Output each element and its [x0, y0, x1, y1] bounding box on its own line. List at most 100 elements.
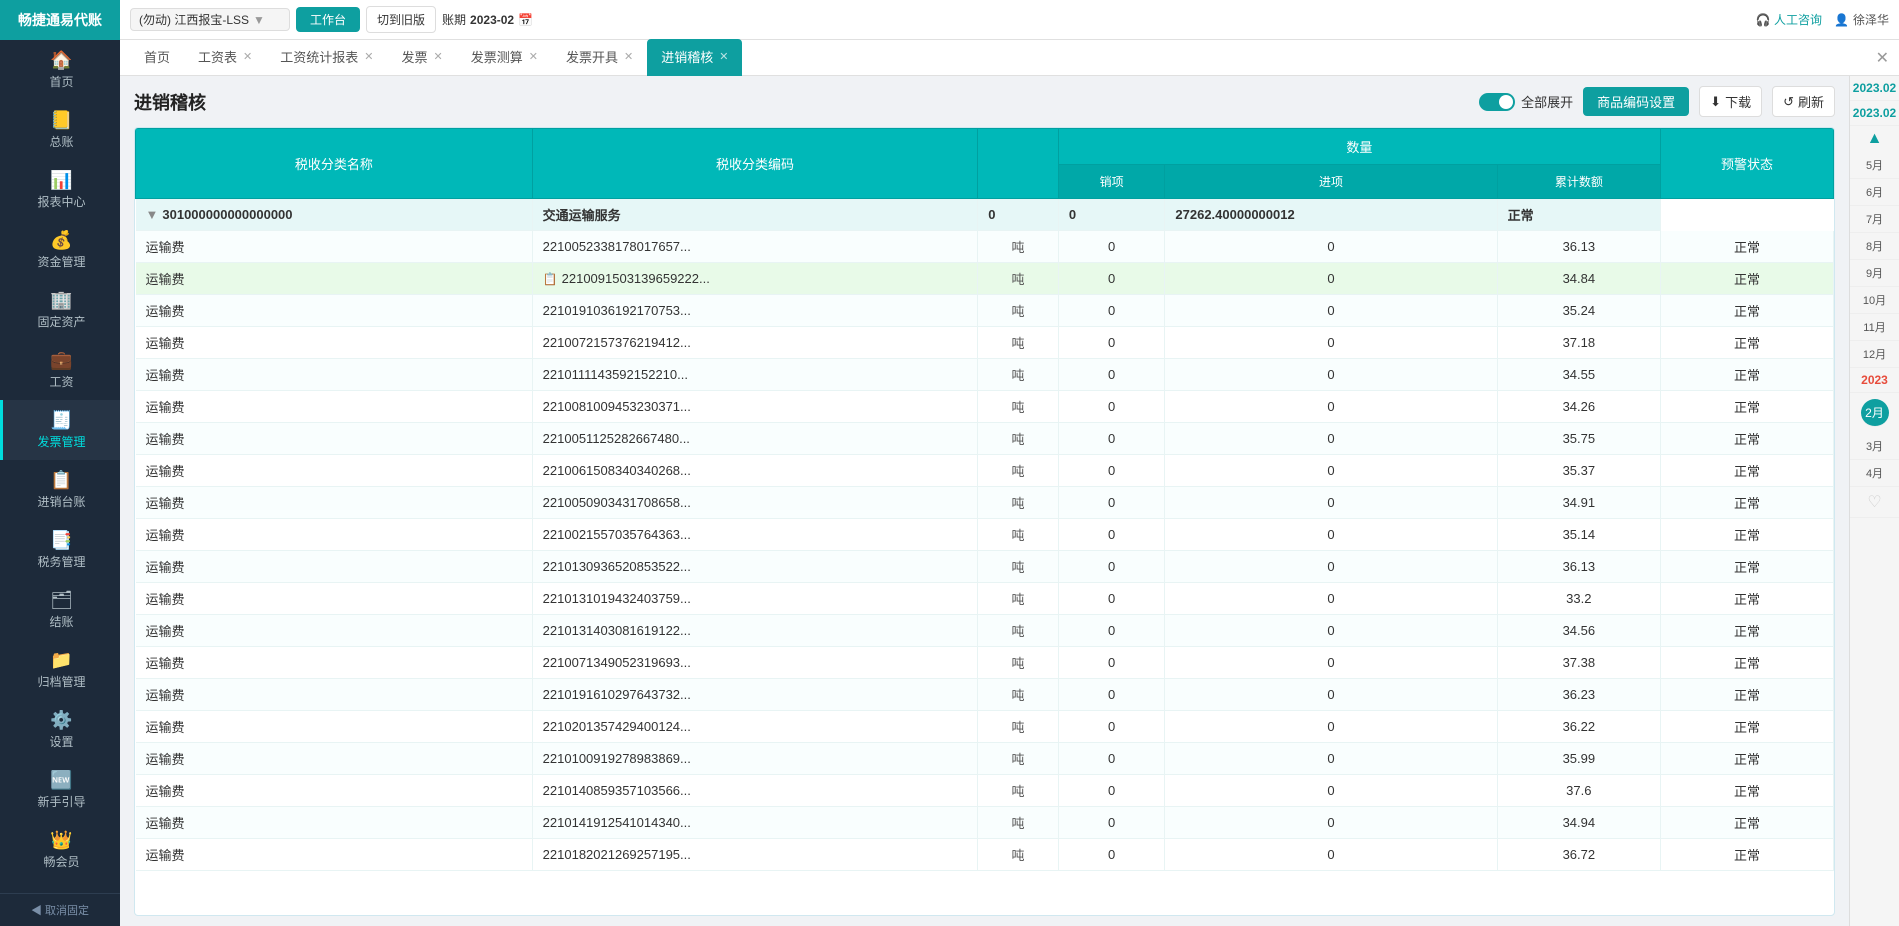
- col-sales: 销项: [1058, 165, 1165, 199]
- download-button[interactable]: ⬇ 下载: [1699, 86, 1762, 117]
- download-icon: ⬇: [1710, 94, 1721, 110]
- tab-salary-table[interactable]: 工资表 ✕: [184, 39, 266, 76]
- switch-version-button[interactable]: 切到旧版: [366, 6, 436, 33]
- item-status-cell: 正常: [1661, 423, 1834, 455]
- sidebar-item-settings[interactable]: ⚙️ 设置: [0, 700, 120, 760]
- page-title: 进销稽核: [134, 89, 206, 115]
- copy-icon[interactable]: 📋: [543, 272, 558, 286]
- item-unit-cell: 吨: [978, 615, 1059, 647]
- table-row[interactable]: 运输费 2210111143592152210... 吨 0 0 34.55 正…: [136, 359, 1834, 391]
- item-cumulative-cell: 37.18: [1497, 327, 1660, 359]
- user-menu[interactable]: 👤 徐泽华: [1834, 11, 1889, 28]
- table-row[interactable]: 运输费 2210050903431708658... 吨 0 0 34.91 正…: [136, 487, 1834, 519]
- item-status-cell: 正常: [1661, 551, 1834, 583]
- calendar-icon[interactable]: 📅: [518, 13, 533, 27]
- table-row[interactable]: ▼301000000000000000 交通运输服务 0 0 27262.400…: [136, 199, 1834, 231]
- sidebar-item-home[interactable]: 🏠 首页: [0, 40, 120, 100]
- right-panel-month-12[interactable]: 12月: [1850, 341, 1899, 368]
- sidebar-item-assets[interactable]: 🏢 固定资产: [0, 280, 120, 340]
- tab-salary-stats[interactable]: 工资统计报表 ✕: [266, 39, 387, 76]
- table-row[interactable]: 运输费 2210131019432403759... 吨 0 0 33.2 正常: [136, 583, 1834, 615]
- product-code-button[interactable]: 商品编码设置: [1583, 87, 1689, 116]
- table-row[interactable]: 运输费 📋2210091503139659222... 吨 0 0 34.84 …: [136, 263, 1834, 295]
- item-cumulative-cell: 34.94: [1497, 807, 1660, 839]
- close-icon[interactable]: ✕: [243, 50, 252, 63]
- sidebar-item-reports[interactable]: 📊 报表中心: [0, 160, 120, 220]
- sidebar-item-ledger[interactable]: 📒 总账: [0, 100, 120, 160]
- close-icon[interactable]: ✕: [364, 50, 373, 63]
- item-purchase-cell: 0: [1165, 455, 1497, 487]
- page-content: 进销稽核 全部展开 商品编码设置 ⬇ 下载 ↺ 刷新: [120, 76, 1849, 926]
- right-panel-month-8[interactable]: 8月: [1850, 233, 1899, 260]
- right-panel-month-11[interactable]: 11月: [1850, 314, 1899, 341]
- tab-invoice[interactable]: 发票 ✕: [387, 39, 456, 76]
- table-row[interactable]: 运输费 2210061508340340268... 吨 0 0 35.37 正…: [136, 455, 1834, 487]
- right-panel-year-2023[interactable]: 2023: [1850, 368, 1899, 393]
- table-row[interactable]: 运输费 2210052338178017657... 吨 0 0 36.13 正…: [136, 231, 1834, 263]
- table-row[interactable]: 运输费 2210051125282667480... 吨 0 0 35.75 正…: [136, 423, 1834, 455]
- table-row[interactable]: 运输费 2210182021269257195... 吨 0 0 36.72 正…: [136, 839, 1834, 871]
- item-purchase-cell: 0: [1165, 519, 1497, 551]
- item-purchase-cell: 0: [1165, 423, 1497, 455]
- table-row[interactable]: 运输费 2210072157376219412... 吨 0 0 37.18 正…: [136, 327, 1834, 359]
- right-panel-month-2-active[interactable]: 2月: [1861, 399, 1889, 427]
- sidebar-item-funds[interactable]: 💰 资金管理: [0, 220, 120, 280]
- item-name-cell: 运输费: [136, 391, 533, 423]
- sidebar-item-settle[interactable]: 🗂 结账: [0, 580, 120, 640]
- right-panel-month-10[interactable]: 10月: [1850, 287, 1899, 314]
- tab-sales-check[interactable]: 进销稽核 ✕: [647, 39, 742, 76]
- right-panel-month-9[interactable]: 9月: [1850, 260, 1899, 287]
- right-panel-month-6[interactable]: 6月: [1850, 179, 1899, 206]
- right-panel-month-7[interactable]: 7月: [1850, 206, 1899, 233]
- sidebar-item-member[interactable]: 👑 畅会员: [0, 820, 120, 880]
- sidebar-item-guide[interactable]: 🆕 新手引导: [0, 760, 120, 820]
- refresh-button[interactable]: ↺ 刷新: [1772, 86, 1835, 117]
- sidebar-item-salary[interactable]: 💼 工资: [0, 340, 120, 400]
- right-panel-year-2023-02-2[interactable]: 2023.02: [1850, 101, 1899, 126]
- table-row[interactable]: 运输费 2210191036192170753... 吨 0 0 35.24 正…: [136, 295, 1834, 327]
- toggle-switch[interactable]: [1479, 93, 1515, 111]
- sidebar-item-label: 归档管理: [37, 673, 85, 690]
- right-panel-month-4[interactable]: 4月: [1850, 460, 1899, 487]
- item-invoice-cell: 2210052338178017657...: [532, 231, 978, 263]
- sidebar-item-sales-ledger[interactable]: 📋 进销台账: [0, 460, 120, 520]
- item-purchase-cell: 0: [1165, 327, 1497, 359]
- close-icon[interactable]: ✕: [529, 50, 538, 63]
- right-panel-month-5[interactable]: 5月: [1850, 152, 1899, 179]
- sidebar-item-archive[interactable]: 📁 归档管理: [0, 640, 120, 700]
- table-row[interactable]: 运输费 2210140859357103566... 吨 0 0 37.6 正常: [136, 775, 1834, 807]
- sidebar-item-invoice[interactable]: 🧾 发票管理: [0, 400, 120, 460]
- close-icon[interactable]: ✕: [434, 50, 443, 63]
- sales-ledger-icon: 📋: [50, 470, 72, 491]
- tab-invoice-calc[interactable]: 发票测算 ✕: [457, 39, 552, 76]
- table-row[interactable]: 运输费 2210081009453230371... 吨 0 0 34.26 正…: [136, 391, 1834, 423]
- company-selector[interactable]: (勿动) 江西报宝-LSS ▼: [130, 8, 290, 31]
- table-row[interactable]: 运输费 2210130936520853522... 吨 0 0 36.13 正…: [136, 551, 1834, 583]
- heart-icon[interactable]: ♡: [1850, 487, 1899, 518]
- table-row[interactable]: 运输费 2210021557035764363... 吨 0 0 35.14 正…: [136, 519, 1834, 551]
- scroll-up-icon[interactable]: ▲: [1863, 126, 1887, 152]
- close-all-button[interactable]: ✕: [1876, 48, 1889, 68]
- item-cumulative-cell: 34.91: [1497, 487, 1660, 519]
- toggle-expand[interactable]: 全部展开: [1479, 92, 1573, 111]
- workbench-button[interactable]: 工作台: [296, 7, 360, 32]
- tab-invoice-open[interactable]: 发票开具 ✕: [552, 39, 647, 76]
- table-row[interactable]: 运输费 2210191610297643732... 吨 0 0 36.23 正…: [136, 679, 1834, 711]
- right-panel-year-2023-02-top[interactable]: 2023.02: [1850, 76, 1899, 101]
- unpin-button[interactable]: ◀ 取消固定: [0, 893, 120, 926]
- table-row[interactable]: 运输费 2210131403081619122... 吨 0 0 34.56 正…: [136, 615, 1834, 647]
- right-panel-month-3[interactable]: 3月: [1850, 433, 1899, 460]
- tab-home[interactable]: 首页: [130, 39, 184, 76]
- close-icon[interactable]: ✕: [624, 50, 633, 63]
- table-row[interactable]: 运输费 2210141912541014340... 吨 0 0 34.94 正…: [136, 807, 1834, 839]
- table-row[interactable]: 运输费 2210201357429400124... 吨 0 0 36.22 正…: [136, 711, 1834, 743]
- item-sales-cell: 0: [1058, 679, 1165, 711]
- data-table-wrapper: 税收分类名称 税收分类编码 数量 预警状态 销项 进项 累计数额 ▼301000…: [134, 127, 1835, 916]
- close-icon[interactable]: ✕: [719, 50, 728, 63]
- item-unit-cell: 吨: [978, 231, 1059, 263]
- sidebar-item-label: 设置: [49, 733, 73, 750]
- support-link[interactable]: 🎧 人工咨询: [1756, 11, 1822, 28]
- sidebar-item-tax[interactable]: 📑 税务管理: [0, 520, 120, 580]
- table-row[interactable]: 运输费 2210100919278983869... 吨 0 0 35.99 正…: [136, 743, 1834, 775]
- table-row[interactable]: 运输费 2210071349052319693... 吨 0 0 37.38 正…: [136, 647, 1834, 679]
